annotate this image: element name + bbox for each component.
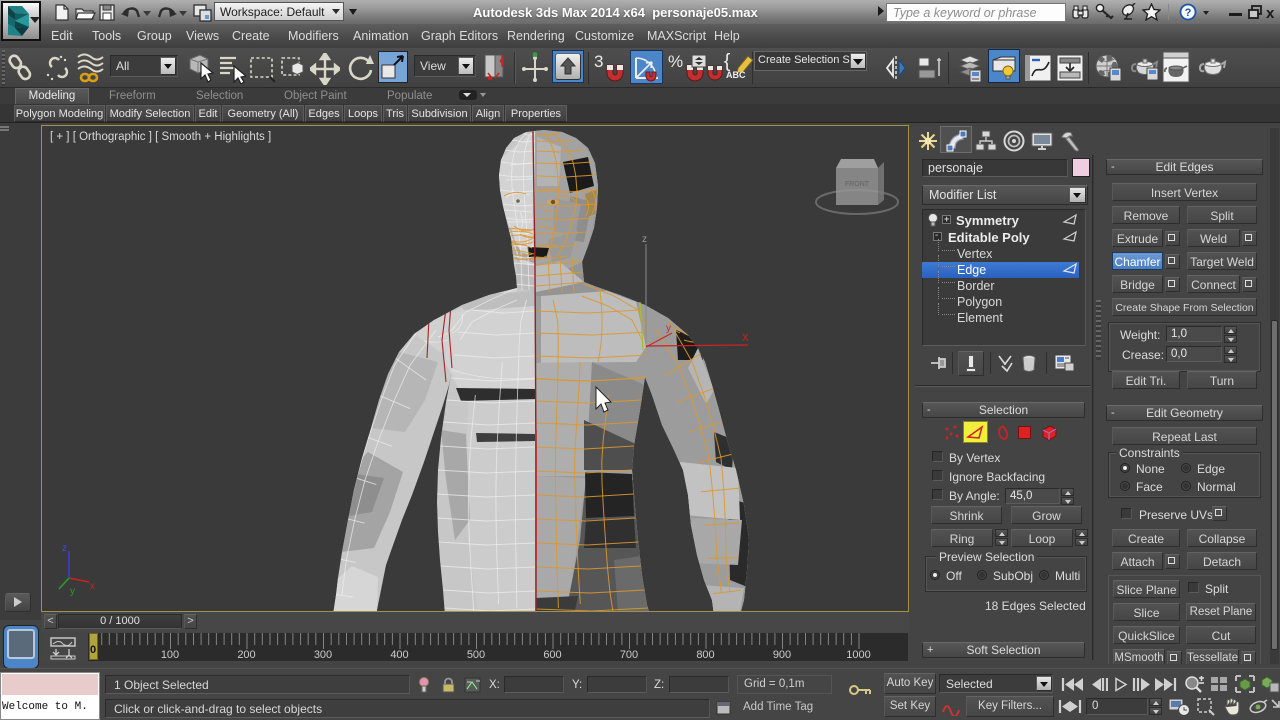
svg-text:900: 900 [773, 649, 791, 661]
svg-text:z: z [642, 234, 647, 245]
svg-text:400: 400 [390, 649, 408, 661]
svg-text:?: ? [1185, 7, 1192, 19]
svg-text:100: 100 [161, 649, 179, 661]
svg-text:y: y [666, 323, 671, 334]
svg-text:x: x [90, 581, 95, 592]
svg-text:z: z [62, 543, 67, 554]
svg-text:FRONT: FRONT [845, 181, 870, 188]
svg-text:y: y [70, 586, 75, 597]
svg-text:300: 300 [314, 649, 332, 661]
svg-text:600: 600 [543, 649, 561, 661]
svg-text:200: 200 [237, 649, 255, 661]
svg-text:1000: 1000 [846, 649, 870, 661]
svg-text:700: 700 [620, 649, 638, 661]
svg-text:800: 800 [696, 649, 714, 661]
svg-text:500: 500 [467, 649, 485, 661]
svg-text:X: X [742, 333, 749, 344]
